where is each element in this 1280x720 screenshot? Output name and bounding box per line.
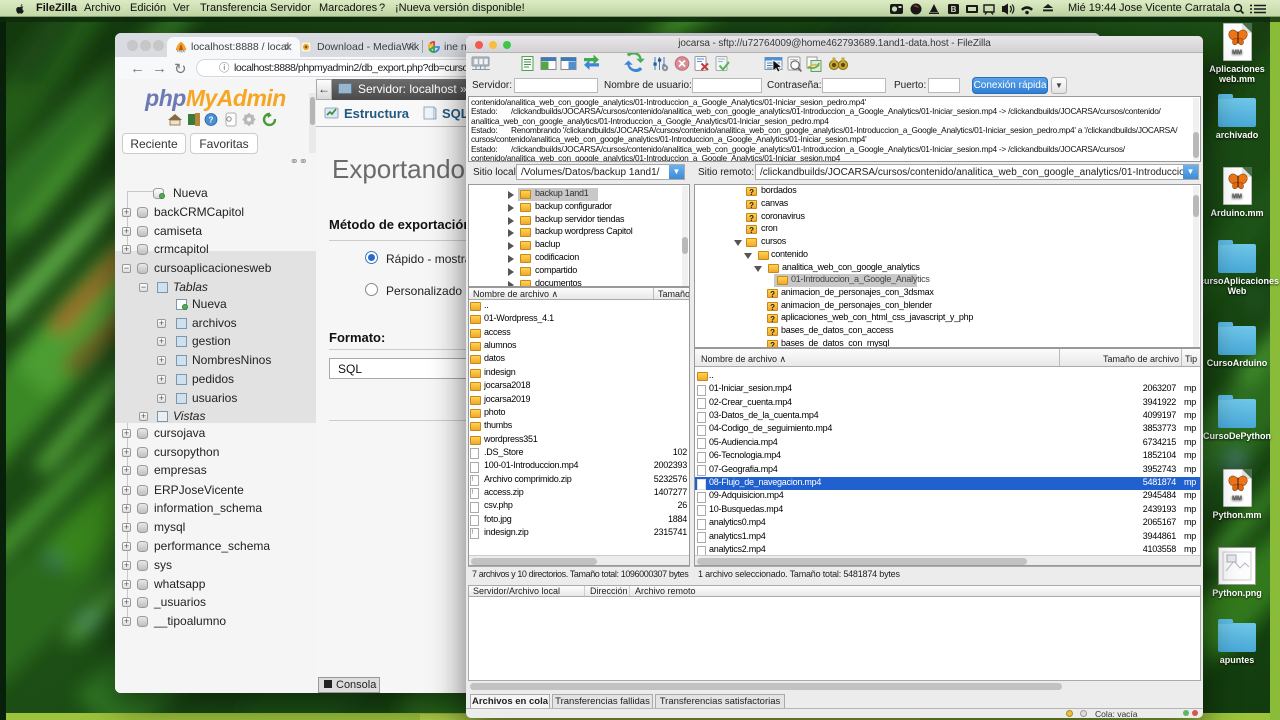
svg-text:?: ? [209,116,214,125]
svg-text:PMA: PMA [177,50,185,54]
svg-text:B: B [951,5,957,14]
